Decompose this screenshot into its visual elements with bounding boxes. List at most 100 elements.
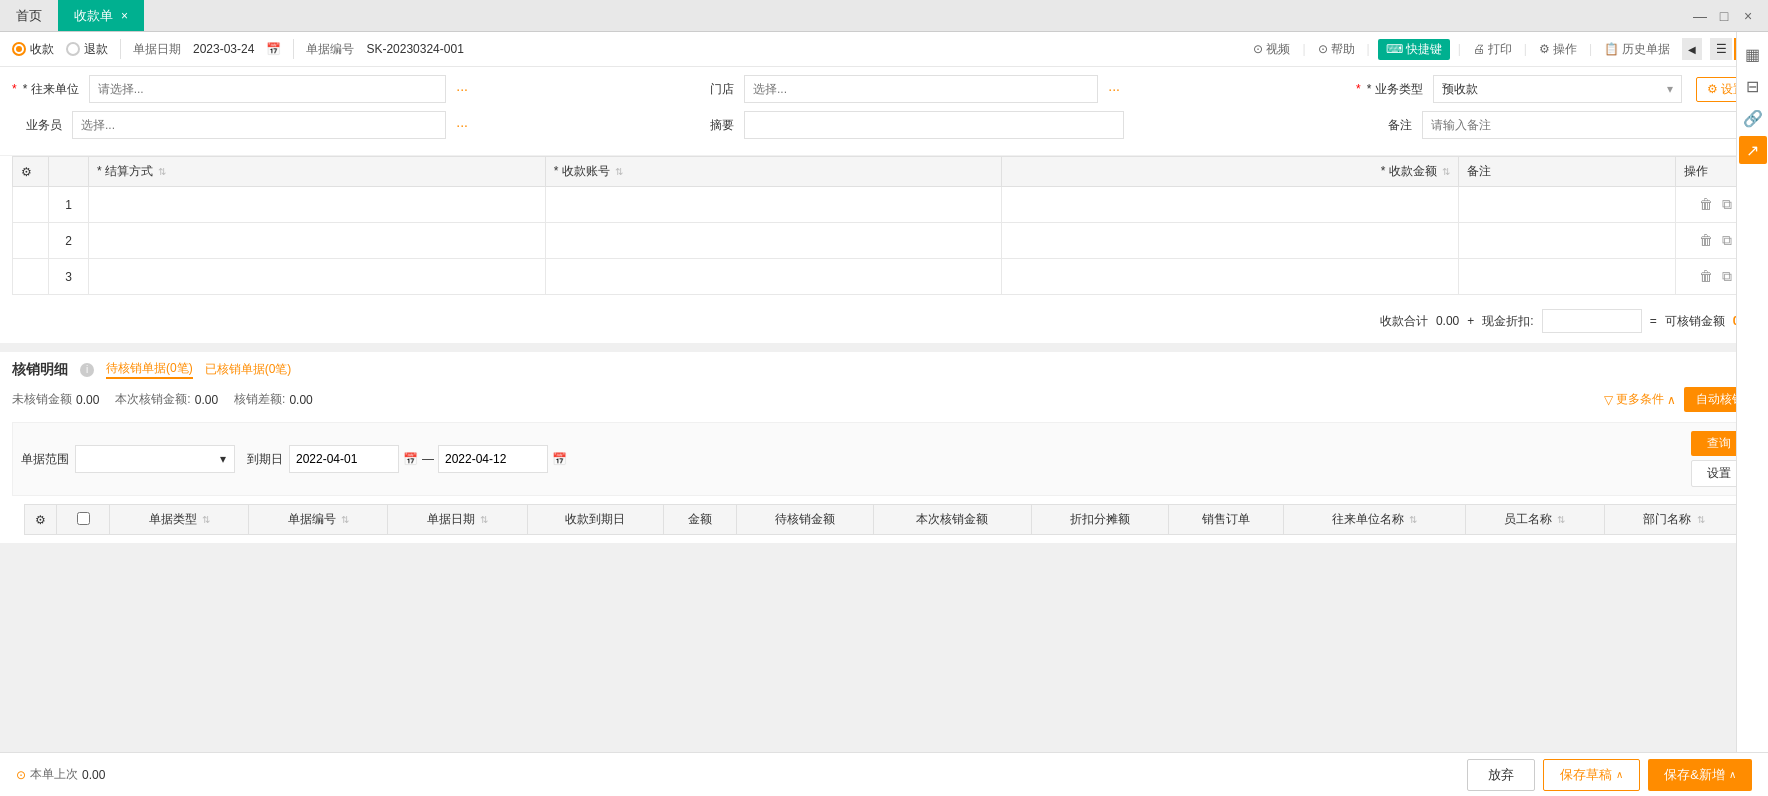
prev-arrow[interactable]: ◀ [1682, 38, 1702, 60]
unverified-stat: 未核销金额 0.00 [12, 391, 99, 408]
range-label: 单据范围 [21, 451, 69, 468]
cal-from-icon[interactable]: 📅 [403, 452, 418, 466]
business-type-select[interactable]: 预收款 ▾ [1433, 75, 1682, 103]
tab-home[interactable]: 首页 [0, 0, 58, 31]
operations-button[interactable]: ⚙ 操作 [1535, 39, 1581, 60]
td-remark-2[interactable] [1459, 223, 1676, 259]
footer: ⊙ 本单上次 0.00 放弃 保存草稿 ∧ 保存&新增 ∧ [0, 752, 1768, 796]
partner-more-btn[interactable]: ··· [452, 81, 472, 97]
td-remark-3[interactable] [1459, 259, 1676, 295]
td-amount-3[interactable] [1002, 259, 1459, 295]
radio-group: 收款 退款 [12, 41, 108, 58]
radio-tuikuan[interactable]: 退款 [66, 41, 108, 58]
copy-icon-1[interactable]: ⧉ [1722, 196, 1732, 212]
radio-shoukuan[interactable]: 收款 [12, 41, 54, 58]
th-row-num [49, 157, 89, 187]
close-button[interactable]: × [1740, 8, 1756, 24]
store-more-btn[interactable]: ··· [1104, 81, 1124, 97]
sidebar-icon-list[interactable]: ⊟ [1739, 72, 1767, 100]
nav-arrows: ◀ [1682, 38, 1702, 60]
video-button[interactable]: ⊙ 视频 [1249, 39, 1294, 60]
total-label: 收款合计 [1380, 313, 1428, 330]
bth-order: 销售订单 [1168, 505, 1283, 535]
sidebar-icon-link[interactable]: 🔗 [1739, 104, 1767, 132]
td-account-1[interactable] [545, 187, 1002, 223]
bth-type: 单据类型 ⇅ [110, 505, 249, 535]
partner-label: * 往来单位 [23, 81, 79, 98]
bth-amount: 金额 [664, 505, 737, 535]
td-remark-1[interactable] [1459, 187, 1676, 223]
list-view-btn[interactable]: ☰ [1710, 38, 1732, 60]
save-draft-button[interactable]: 保存草稿 ∧ [1543, 759, 1640, 791]
calendar-icon[interactable]: 📅 [266, 42, 281, 56]
sort-icon-amount: ⇅ [1442, 166, 1450, 177]
print-button[interactable]: 🖨 打印 [1469, 39, 1516, 60]
td-amount-1[interactable] [1002, 187, 1459, 223]
tab-receipt-close[interactable]: × [121, 9, 128, 23]
range-dropdown[interactable]: ▾ [75, 445, 235, 473]
form-row-1: * * 往来单位 ··· 门店 ··· * * 业务类型 预收款 ▾ [12, 75, 1756, 103]
chevron-up-icon: ∧ [1667, 393, 1676, 407]
delete-icon-3[interactable]: 🗑 [1699, 268, 1713, 284]
sidebar-icon-expand[interactable]: ↗ [1739, 136, 1767, 164]
staff-more-btn[interactable]: ··· [452, 117, 472, 133]
done-tab[interactable]: 已核销单据(0笔) [205, 361, 292, 378]
td-row-3: 3 [49, 259, 89, 295]
td-payment-3[interactable] [89, 259, 546, 295]
right-sidebar: ▦ ⊟ 🔗 ↗ [1736, 32, 1768, 752]
summary-input[interactable] [744, 111, 1124, 139]
partner-input[interactable] [89, 75, 447, 103]
bth-due: 收款到期日 [527, 505, 664, 535]
bth-settings[interactable]: ⚙ [25, 505, 57, 535]
abandon-button[interactable]: 放弃 [1467, 759, 1535, 791]
bth-current: 本次核销金额 [873, 505, 1031, 535]
td-amount-2[interactable] [1002, 223, 1459, 259]
cal-to-icon[interactable]: 📅 [552, 452, 567, 466]
btype-required: * [1356, 82, 1361, 96]
select-all-checkbox[interactable] [77, 512, 90, 525]
store-label: 门店 [704, 81, 734, 98]
bth-dept: 部门名称 ⇅ [1604, 505, 1743, 535]
sort-icon-payment: ⇅ [158, 166, 166, 177]
maximize-button[interactable]: □ [1716, 8, 1732, 24]
help-icon: ⊙ [1318, 42, 1328, 56]
td-account-3[interactable] [545, 259, 1002, 295]
help-button[interactable]: ⊙ 帮助 [1314, 39, 1359, 60]
td-empty-3 [13, 259, 49, 295]
remark-field: 备注 [1356, 111, 1756, 139]
bth-date: 单据日期 ⇅ [388, 505, 527, 535]
sidebar-icon-table[interactable]: ▦ [1739, 40, 1767, 68]
save-new-button[interactable]: 保存&新增 ∧ [1648, 759, 1752, 791]
copy-icon-2[interactable]: ⧉ [1722, 232, 1732, 248]
delete-icon-2[interactable]: 🗑 [1699, 232, 1713, 248]
minimize-button[interactable]: — [1692, 8, 1708, 24]
tab-receipt[interactable]: 收款单 × [58, 0, 144, 31]
th-settings[interactable]: ⚙ [13, 157, 49, 187]
copy-icon-3[interactable]: ⧉ [1722, 268, 1732, 284]
store-input[interactable] [744, 75, 1098, 103]
delete-icon-1[interactable]: 🗑 [1699, 196, 1713, 212]
summary-row: 收款合计 0.00 + 现金折扣: = 可核销金额 0.00 [0, 303, 1768, 344]
hexiao-info-icon[interactable]: i [80, 363, 94, 377]
discount-input[interactable] [1542, 309, 1642, 333]
history-button[interactable]: 📋 历史单据 [1600, 39, 1674, 60]
bth-partner: 往来单位名称 ⇅ [1283, 505, 1465, 535]
footer-buttons: 放弃 保存草稿 ∧ 保存&新增 ∧ [1467, 759, 1752, 791]
td-payment-1[interactable] [89, 187, 546, 223]
bth-checkbox[interactable] [57, 505, 110, 535]
remark-input[interactable] [1422, 111, 1756, 139]
pending-tab[interactable]: 待核销单据(0笔) [106, 360, 193, 379]
td-payment-2[interactable] [89, 223, 546, 259]
staff-input[interactable] [72, 111, 446, 139]
date-from-input[interactable] [289, 445, 399, 473]
footer-info-icon: ⊙ [16, 768, 26, 782]
bth-pending: 待核销金额 [737, 505, 874, 535]
main-table: ⚙ * 结算方式 ⇅ * 收款账号 ⇅ * 收款金额 ⇅ [12, 156, 1756, 295]
date-to-input[interactable] [438, 445, 548, 473]
table-header-row: ⚙ * 结算方式 ⇅ * 收款账号 ⇅ * 收款金额 ⇅ [13, 157, 1756, 187]
td-account-2[interactable] [545, 223, 1002, 259]
radio-tuikuan-circle [66, 42, 80, 56]
shortcut-button[interactable]: ⌨ 快捷键 [1378, 39, 1450, 60]
more-conditions-btn[interactable]: ▽ 更多条件 ∧ [1604, 391, 1676, 408]
hexiao-section: 核销明细 i 待核销单据(0笔) 已核销单据(0笔) 未核销金额 0.00 本次… [0, 352, 1768, 543]
